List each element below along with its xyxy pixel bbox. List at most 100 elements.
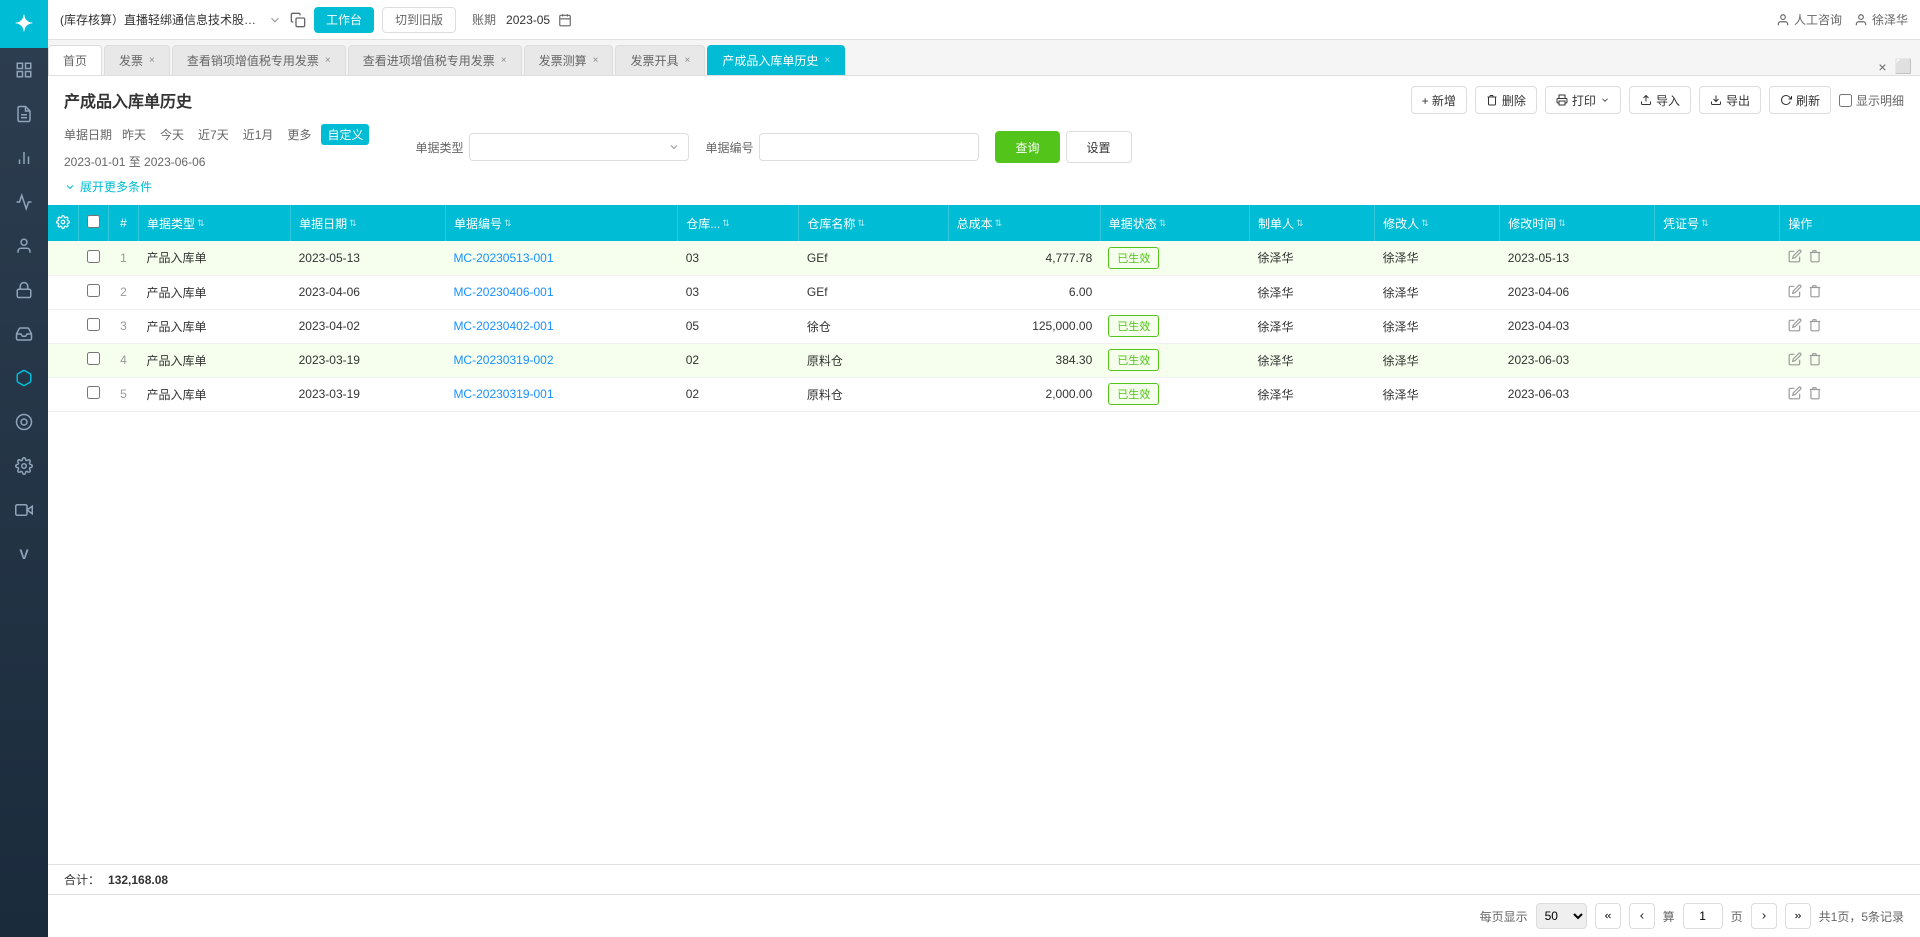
dropdown-icon[interactable] bbox=[268, 13, 282, 27]
row-checkbox-3[interactable] bbox=[79, 343, 109, 377]
sidebar-item-video[interactable] bbox=[0, 488, 48, 532]
row-checkbox-1[interactable] bbox=[79, 275, 109, 309]
print-button[interactable]: 打印 bbox=[1545, 86, 1621, 114]
per-page-select[interactable]: 50 10 20 100 bbox=[1536, 903, 1587, 929]
row-edit-icon-4[interactable] bbox=[1788, 386, 1802, 403]
checkbox-col-header[interactable] bbox=[79, 205, 109, 241]
date-col-header[interactable]: 单据日期⇅ bbox=[291, 205, 446, 241]
row-delete-icon-1[interactable] bbox=[1808, 284, 1822, 301]
first-page-btn[interactable] bbox=[1595, 903, 1621, 929]
row-checkbox-0[interactable] bbox=[79, 241, 109, 275]
sidebar-item-version[interactable]: V bbox=[0, 532, 48, 576]
display-toggle-checkbox[interactable] bbox=[1839, 94, 1852, 107]
row-checkbox-2[interactable] bbox=[79, 309, 109, 343]
tab-invoice-issue[interactable]: 发票开具 × bbox=[615, 45, 705, 75]
number-label: 单据编号 bbox=[705, 139, 753, 156]
calendar-icon[interactable] bbox=[558, 13, 572, 27]
tab-view-purchase-vat-close[interactable]: × bbox=[501, 55, 507, 66]
prev-page-btn[interactable] bbox=[1629, 903, 1655, 929]
date-1month[interactable]: 近1月 bbox=[239, 124, 278, 145]
date-7days[interactable]: 近7天 bbox=[194, 124, 233, 145]
date-yesterday[interactable]: 昨天 bbox=[118, 124, 150, 145]
sidebar-item-home[interactable] bbox=[0, 48, 48, 92]
tab-view-sales-vat-close[interactable]: × bbox=[325, 55, 331, 66]
new-button[interactable]: + 新增 bbox=[1411, 86, 1467, 114]
tab-product-inbound[interactable]: 产成品入库单历史 × bbox=[707, 45, 845, 75]
tab-invoice-close[interactable]: × bbox=[149, 55, 155, 66]
delete-button[interactable]: 删除 bbox=[1475, 86, 1537, 114]
tab-invoice-issue-close[interactable]: × bbox=[684, 55, 690, 66]
settings-col-header[interactable] bbox=[48, 205, 79, 241]
last-page-btn[interactable] bbox=[1785, 903, 1811, 929]
warehouse-code-col-header[interactable]: 仓库...⇅ bbox=[678, 205, 799, 241]
row-edit-icon-1[interactable] bbox=[1788, 284, 1802, 301]
display-toggle[interactable]: 显示明细 bbox=[1839, 92, 1904, 109]
tabs-expand[interactable]: ⬜ bbox=[1895, 58, 1912, 75]
tab-home[interactable]: 首页 bbox=[48, 45, 102, 75]
modify-time-col-header[interactable]: 修改时间⇅ bbox=[1500, 205, 1655, 241]
row-date-0: 2023-05-13 bbox=[291, 241, 446, 275]
type-select[interactable] bbox=[469, 133, 689, 161]
row-delete-icon-0[interactable] bbox=[1808, 249, 1822, 266]
import-button[interactable]: 导入 bbox=[1629, 86, 1691, 114]
page-label: 页 bbox=[1731, 908, 1743, 925]
number-input[interactable] bbox=[759, 133, 979, 161]
row-number-2[interactable]: MC-20230402-001 bbox=[445, 309, 677, 343]
row-number-0[interactable]: MC-20230513-001 bbox=[445, 241, 677, 275]
tab-invoice-calc-close[interactable]: × bbox=[593, 55, 599, 66]
sidebar-item-stamp[interactable] bbox=[0, 400, 48, 444]
next-page-btn[interactable] bbox=[1751, 903, 1777, 929]
date-today[interactable]: 今天 bbox=[156, 124, 188, 145]
refresh-button[interactable]: 刷新 bbox=[1769, 86, 1831, 114]
row-edit-icon-0[interactable] bbox=[1788, 249, 1802, 266]
tab-invoice-calc[interactable]: 发票测算 × bbox=[524, 45, 614, 75]
sidebar-item-archive[interactable] bbox=[0, 312, 48, 356]
row-delete-icon-3[interactable] bbox=[1808, 352, 1822, 369]
tabs-close-all[interactable]: × bbox=[1878, 59, 1886, 75]
row-delete-icon-4[interactable] bbox=[1808, 386, 1822, 403]
row-delete-icon-2[interactable] bbox=[1808, 318, 1822, 335]
row-settings-4 bbox=[48, 377, 79, 411]
sidebar-item-doc[interactable] bbox=[0, 92, 48, 136]
prev-version-button[interactable]: 切到旧版 bbox=[382, 7, 456, 33]
app-logo[interactable]: ✦ bbox=[0, 0, 48, 48]
select-all-checkbox[interactable] bbox=[87, 215, 100, 228]
expand-button[interactable]: 展开更多条件 bbox=[64, 178, 1904, 195]
table-row: 3 产品入库单 2023-04-02 MC-20230402-001 05 徐仓… bbox=[48, 309, 1920, 343]
row-number-4[interactable]: MC-20230319-001 bbox=[445, 377, 677, 411]
tab-view-purchase-vat[interactable]: 查看进项增值税专用发票 × bbox=[348, 45, 522, 75]
tab-view-sales-vat[interactable]: 查看销项增值税专用发票 × bbox=[172, 45, 346, 75]
type-col-header[interactable]: 单据类型⇅ bbox=[139, 205, 291, 241]
row-edit-icon-3[interactable] bbox=[1788, 352, 1802, 369]
total-info: 共1页，5条记录 bbox=[1819, 908, 1904, 925]
voucher-col-header[interactable]: 凭证号⇅ bbox=[1655, 205, 1780, 241]
warehouse-name-col-header[interactable]: 仓库名称⇅ bbox=[799, 205, 948, 241]
query-button[interactable]: 查询 bbox=[995, 131, 1059, 163]
date-custom[interactable]: 自定义 bbox=[321, 124, 369, 145]
tab-product-inbound-close[interactable]: × bbox=[824, 55, 830, 66]
export-button[interactable]: 导出 bbox=[1699, 86, 1761, 114]
total-cost-col-header[interactable]: 总成本⇅ bbox=[948, 205, 1100, 241]
number-col-header[interactable]: 单据编号⇅ bbox=[445, 205, 677, 241]
modifier-col-header[interactable]: 修改人⇅ bbox=[1375, 205, 1500, 241]
sidebar-item-settings[interactable] bbox=[0, 444, 48, 488]
status-col-header[interactable]: 单据状态⇅ bbox=[1100, 205, 1249, 241]
sidebar-item-lock[interactable] bbox=[0, 268, 48, 312]
tab-invoice[interactable]: 发票 × bbox=[104, 45, 170, 75]
row-number-3[interactable]: MC-20230319-002 bbox=[445, 343, 677, 377]
row-number-1[interactable]: MC-20230406-001 bbox=[445, 275, 677, 309]
workbench-button[interactable]: 工作台 bbox=[314, 7, 374, 33]
sidebar-item-chart[interactable] bbox=[0, 136, 48, 180]
user-avatar[interactable]: 徐泽华 bbox=[1854, 11, 1908, 28]
sidebar-item-contacts[interactable] bbox=[0, 224, 48, 268]
copy-icon[interactable] bbox=[290, 12, 306, 28]
sidebar-item-inventory[interactable] bbox=[0, 356, 48, 400]
row-checkbox-4[interactable] bbox=[79, 377, 109, 411]
help-button[interactable]: 人工咨询 bbox=[1776, 11, 1842, 28]
date-more[interactable]: 更多 bbox=[283, 124, 315, 145]
page-input[interactable] bbox=[1683, 903, 1723, 929]
creator-col-header[interactable]: 制单人⇅ bbox=[1249, 205, 1374, 241]
row-edit-icon-2[interactable] bbox=[1788, 318, 1802, 335]
setting-button[interactable]: 设置 bbox=[1066, 131, 1132, 163]
sidebar-item-analytics[interactable] bbox=[0, 180, 48, 224]
